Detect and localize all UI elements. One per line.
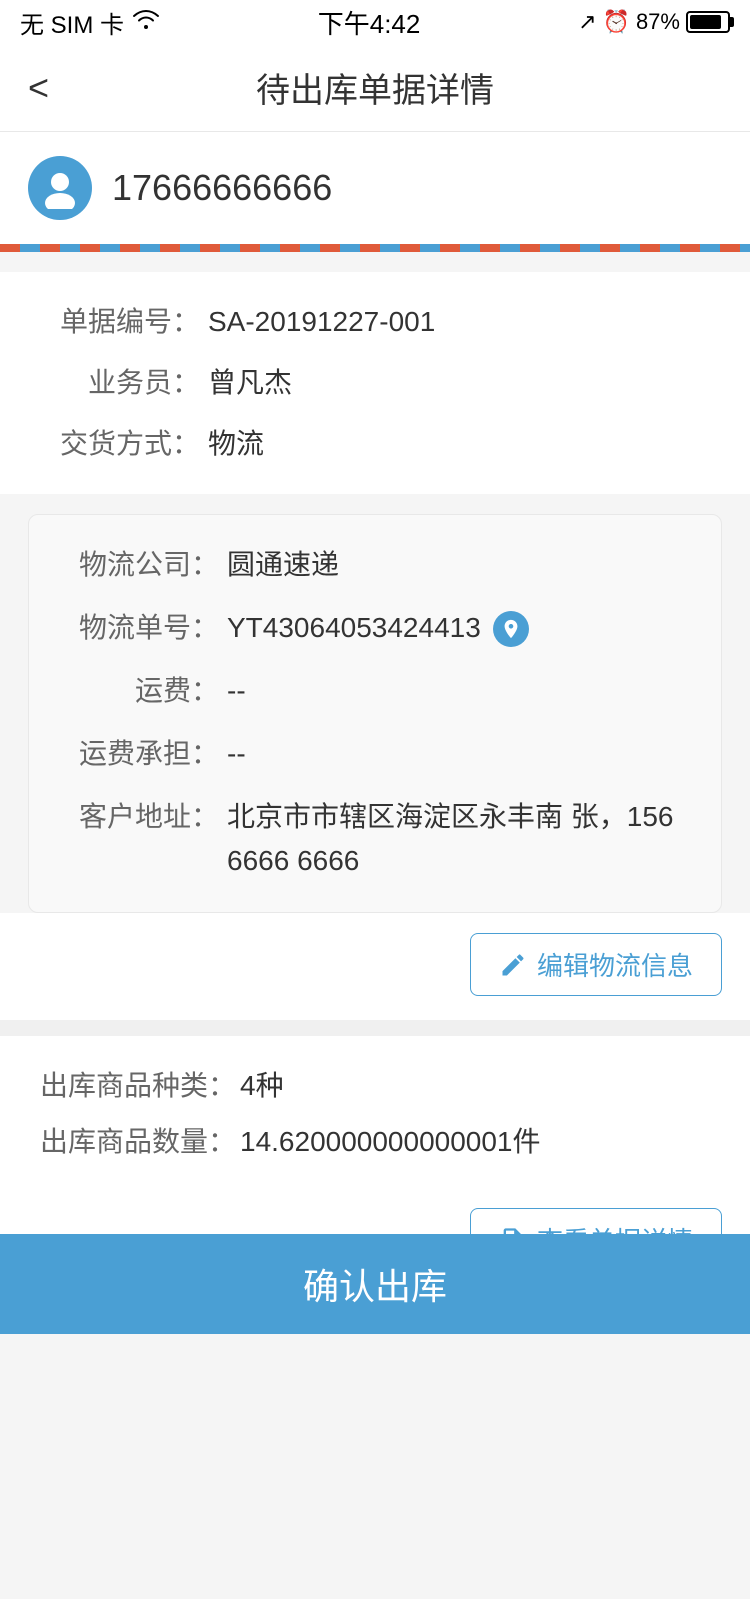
freight-value: --: [219, 669, 691, 714]
section-divider: [0, 1020, 750, 1036]
edit-logistics-label: 编辑物流信息: [537, 946, 693, 983]
freight-bear-value: --: [219, 732, 691, 777]
logistics-tracking-value: YT43064053424413: [219, 606, 691, 651]
dashed-divider: [0, 244, 750, 252]
sales-value: 曾凡杰: [200, 361, 710, 406]
order-number-value: SA-20191227-001: [200, 300, 710, 345]
address-value: 北京市市辖区海淀区永丰南 张，156 6666 6666: [219, 795, 691, 885]
goods-quantity-value: 14.620000000000001件: [240, 1120, 541, 1160]
map-pin-icon[interactable]: [493, 611, 529, 647]
logistics-company-row: 物流公司： 圆通速递: [59, 543, 691, 588]
carrier-label: 无 SIM 卡: [20, 5, 124, 40]
battery-icon: [686, 11, 730, 33]
confirm-button-label: 确认出库: [303, 1258, 447, 1310]
confirm-bar[interactable]: 确认出库: [0, 1234, 750, 1334]
logistics-company-label: 物流公司：: [59, 543, 219, 588]
freight-label: 运费：: [59, 669, 219, 714]
logistics-tracking-row: 物流单号： YT43064053424413: [59, 606, 691, 651]
freight-bear-row: 运费承担： --: [59, 732, 691, 777]
wifi-icon: [132, 8, 160, 36]
freight-row: 运费： --: [59, 669, 691, 714]
address-label: 客户地址：: [59, 795, 219, 840]
logistics-tracking-label: 物流单号：: [59, 606, 219, 651]
edit-logistics-button[interactable]: 编辑物流信息: [470, 933, 722, 996]
nav-bar: < 待出库单据详情: [0, 44, 750, 132]
order-info-section: 单据编号： SA-20191227-001 业务员： 曾凡杰 交货方式： 物流: [0, 272, 750, 494]
sales-row: 业务员： 曾凡杰: [40, 361, 710, 406]
logistics-company-value: 圆通速递: [219, 543, 691, 588]
address-row: 客户地址： 北京市市辖区海淀区永丰南 张，156 6666 6666: [59, 795, 691, 885]
goods-quantity-label: 出库商品数量：: [40, 1120, 240, 1160]
goods-section: 出库商品种类： 4种 出库商品数量： 14.620000000000001件: [0, 1036, 750, 1188]
page-title: 待出库单据详情: [256, 63, 494, 112]
order-number-row: 单据编号： SA-20191227-001: [40, 300, 710, 345]
location-status-icon: ↗: [578, 9, 596, 35]
goods-type-row: 出库商品种类： 4种: [40, 1064, 710, 1104]
battery-percent: 87%: [636, 9, 680, 35]
edit-logistics-btn-wrap: 编辑物流信息: [0, 913, 750, 1020]
logistics-card: 物流公司： 圆通速递 物流单号： YT43064053424413 运费： --…: [28, 514, 722, 913]
status-time: 下午4:42: [318, 4, 421, 41]
status-left: 无 SIM 卡: [20, 5, 160, 40]
status-right: ↗ ⏰ 87%: [578, 9, 730, 35]
customer-header: 17666666666: [0, 132, 750, 244]
user-icon: [39, 167, 81, 209]
back-button[interactable]: <: [28, 67, 49, 109]
edit-icon: [499, 951, 527, 979]
avatar: [28, 156, 92, 220]
order-number-label: 单据编号：: [40, 300, 200, 345]
delivery-label: 交货方式：: [40, 422, 200, 467]
status-bar: 无 SIM 卡 下午4:42 ↗ ⏰ 87%: [0, 0, 750, 44]
sales-label: 业务员：: [40, 361, 200, 406]
goods-type-value: 4种: [240, 1064, 284, 1104]
delivery-row: 交货方式： 物流: [40, 422, 710, 467]
goods-quantity-row: 出库商品数量： 14.620000000000001件: [40, 1120, 710, 1160]
alarm-status-icon: ⏰: [603, 9, 630, 35]
customer-phone: 17666666666: [112, 167, 332, 209]
delivery-value: 物流: [200, 422, 710, 467]
freight-bear-label: 运费承担：: [59, 732, 219, 777]
goods-type-label: 出库商品种类：: [40, 1064, 240, 1104]
